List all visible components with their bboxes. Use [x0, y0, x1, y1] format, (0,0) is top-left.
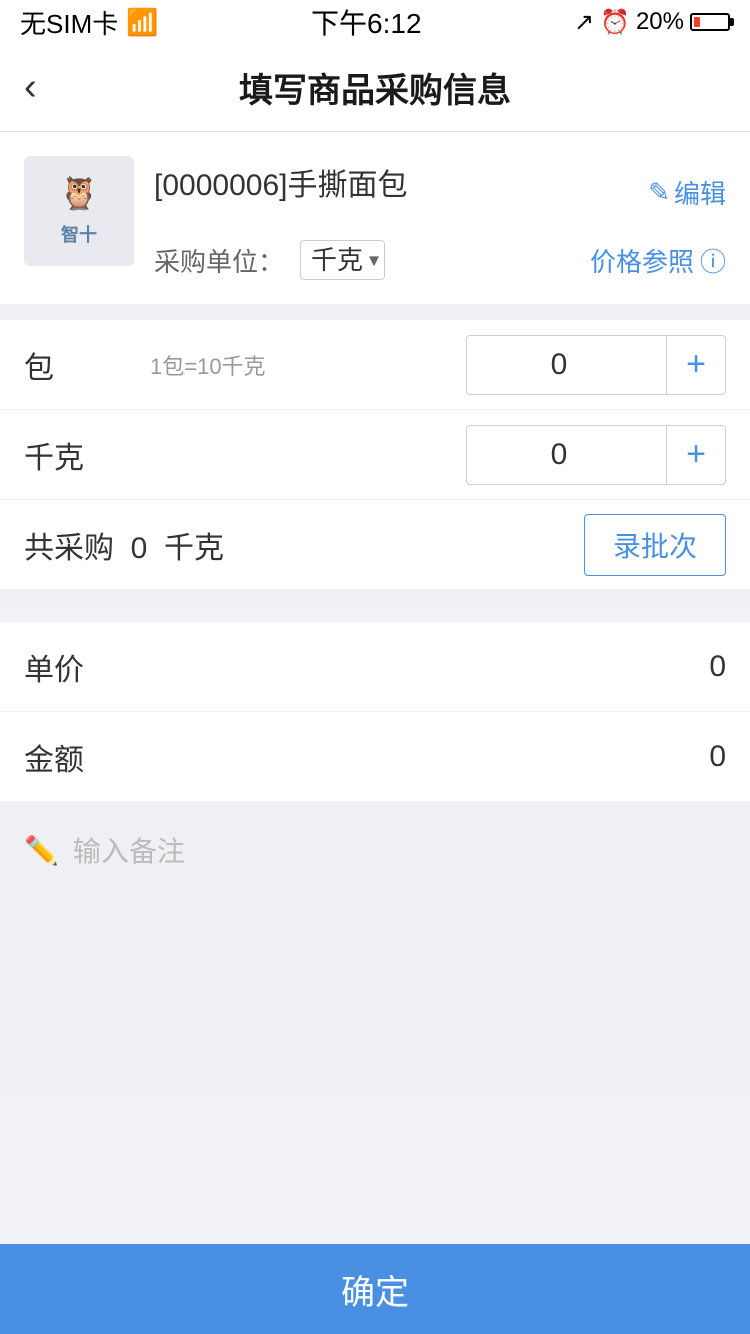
- qty-input-bag[interactable]: [466, 335, 666, 395]
- product-name: [0000006]手撕面包: [154, 160, 407, 204]
- input-section: 包 1包=10千克 + 千克 +: [0, 320, 750, 500]
- owl-text: 智十: [61, 225, 97, 245]
- qty-input-right-bag: +: [466, 335, 726, 395]
- total-prefix: 共采购: [24, 532, 114, 565]
- carrier-label: 无SIM卡: [20, 4, 118, 41]
- info-section: 单价 0 金额 0: [0, 622, 750, 802]
- total-unit: 千克: [164, 532, 224, 565]
- wifi-icon: 📶: [126, 7, 158, 38]
- product-info: [0000006]手撕面包 ✎ 编辑 采购单位： 千克 包 价格参照 ⓘ: [154, 156, 726, 280]
- divider-2: [0, 590, 750, 606]
- confirm-button[interactable]: 确定: [0, 1244, 750, 1334]
- product-card: 🦉智十 [0000006]手撕面包 ✎ 编辑 采购单位： 千克 包 价格参照 ⓘ: [0, 132, 750, 304]
- status-left: 无SIM卡 📶: [20, 4, 159, 41]
- product-image: 🦉智十: [24, 156, 134, 266]
- unit-select[interactable]: 千克 包: [300, 240, 385, 280]
- unit-select-wrapper[interactable]: 千克 包: [300, 240, 385, 280]
- page-title: 填写商品采购信息: [239, 63, 511, 112]
- owl-logo: 🦉智十: [59, 174, 99, 249]
- qty-label-kg: 千克: [24, 433, 144, 477]
- content-spacer: [0, 898, 750, 1098]
- total-label: 共采购 0 千克: [24, 523, 224, 567]
- note-section[interactable]: ✏️ 输入备注: [0, 802, 750, 898]
- quantity-row-kg: 千克 +: [0, 410, 750, 500]
- qty-input-right-kg: +: [466, 425, 726, 485]
- price-row: 单价 0: [0, 622, 750, 712]
- qty-plus-kg[interactable]: +: [666, 425, 726, 485]
- edit-icon: ✎: [648, 177, 670, 208]
- product-card-top: [0000006]手撕面包 ✎ 编辑: [154, 160, 726, 224]
- location-icon: ↗: [574, 8, 594, 37]
- battery-fill: [694, 17, 700, 27]
- info-icon: ⓘ: [700, 242, 726, 279]
- battery-percent: 20%: [636, 8, 684, 36]
- product-unit-row: 采购单位： 千克 包 价格参照 ⓘ: [154, 240, 726, 280]
- price-value: 0: [709, 650, 726, 684]
- divider-1: [0, 304, 750, 320]
- status-right: ↗ ⏰ 20%: [574, 8, 730, 37]
- back-button[interactable]: ‹: [24, 66, 37, 109]
- nav-bar: ‹ 填写商品采购信息: [0, 44, 750, 132]
- status-bar: 无SIM卡 📶 下午6:12 ↗ ⏰ 20%: [0, 0, 750, 44]
- alarm-icon: ⏰: [600, 8, 630, 37]
- batch-button[interactable]: 录批次: [584, 514, 726, 576]
- edit-label: 编辑: [674, 174, 726, 211]
- edit-button[interactable]: ✎ 编辑: [648, 174, 726, 211]
- battery-indicator: [690, 13, 730, 31]
- price-label: 单价: [24, 645, 84, 689]
- quantity-row-bag: 包 1包=10千克 +: [0, 320, 750, 410]
- price-ref-label: 价格参照: [590, 242, 694, 279]
- pencil-icon: ✏️: [24, 834, 59, 867]
- unit-prefix: 采购单位：: [154, 242, 284, 279]
- amount-row: 金额 0: [0, 712, 750, 802]
- confirm-label: 确定: [341, 1265, 409, 1314]
- total-amount: 0: [131, 532, 148, 565]
- total-row: 共采购 0 千克 录批次: [0, 500, 750, 590]
- amount-value: 0: [709, 740, 726, 774]
- qty-label-bag: 包: [24, 343, 144, 387]
- note-placeholder: 输入备注: [73, 830, 185, 870]
- status-time: 下午6:12: [311, 2, 422, 42]
- qty-plus-bag[interactable]: +: [666, 335, 726, 395]
- amount-label: 金额: [24, 735, 84, 779]
- qty-sublabel-bag: 1包=10千克: [150, 349, 266, 381]
- qty-input-kg[interactable]: [466, 425, 666, 485]
- price-ref-button[interactable]: 价格参照 ⓘ: [590, 242, 726, 279]
